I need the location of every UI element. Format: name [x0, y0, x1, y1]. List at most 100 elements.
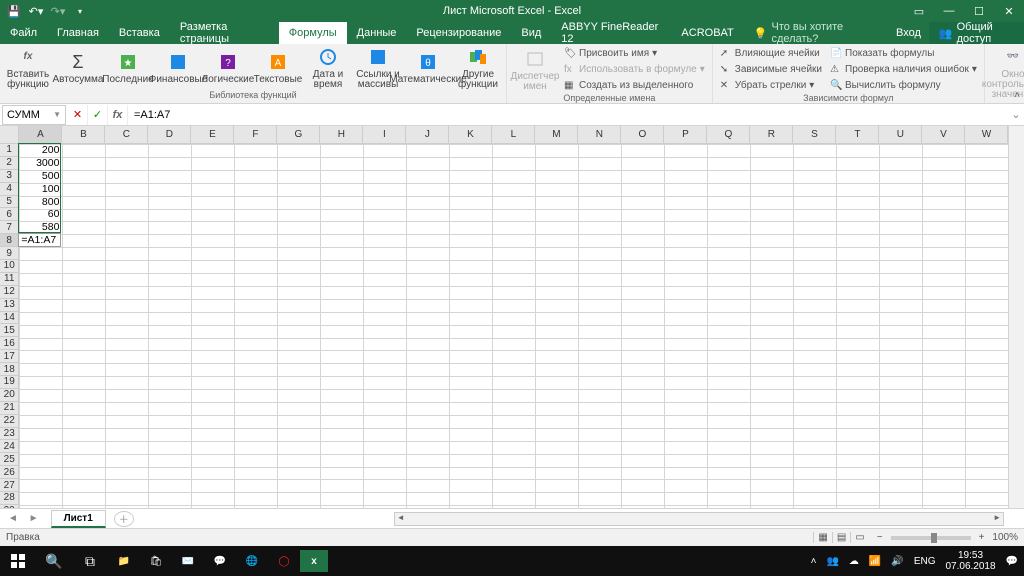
notifications-icon[interactable]: 💬 — [1006, 556, 1018, 567]
insert-function-icon[interactable]: fx — [108, 105, 128, 125]
column-header[interactable]: P — [664, 126, 707, 144]
row-header[interactable]: 27 — [0, 479, 19, 492]
close-icon[interactable]: ✕ — [994, 0, 1024, 22]
insert-function-button[interactable]: fx Вставить функцию — [4, 46, 52, 90]
row-header[interactable]: 7 — [0, 221, 19, 234]
autosum-button[interactable]: Σ Автосумма — [54, 51, 102, 85]
define-name-button[interactable]: 🏷Присвоить имя ▾ — [561, 46, 708, 61]
text-button[interactable]: A Текстовые — [254, 51, 302, 85]
more-functions-button[interactable]: Другие функции — [454, 46, 502, 90]
cancel-formula-icon[interactable]: ✕ — [68, 105, 88, 125]
financial-button[interactable]: Финансовые — [154, 51, 202, 85]
chrome-icon[interactable]: 🌐 — [236, 546, 268, 576]
formula-input[interactable]: =A1:A7 — [128, 109, 1008, 121]
cell[interactable]: 3000 — [19, 157, 61, 169]
store-icon[interactable]: 🛍 — [140, 546, 172, 576]
zoom-out-icon[interactable]: − — [877, 532, 883, 543]
sheet-tab-active[interactable]: Лист1 — [51, 510, 106, 528]
people-icon[interactable]: 👥 — [826, 556, 838, 567]
vertical-scrollbar[interactable] — [1008, 126, 1024, 508]
add-sheet-button[interactable]: ＋ — [114, 511, 134, 527]
column-header[interactable]: I — [363, 126, 406, 144]
row-header[interactable]: 26 — [0, 466, 19, 479]
row-header[interactable]: 25 — [0, 453, 19, 466]
taskbar-clock[interactable]: 19:53 07.06.2018 — [945, 550, 995, 572]
row-header[interactable]: 16 — [0, 337, 19, 350]
row-header[interactable]: 18 — [0, 363, 19, 376]
row-header[interactable]: 28 — [0, 492, 19, 505]
maximize-icon[interactable]: ☐ — [964, 0, 994, 22]
row-header[interactable]: 8 — [0, 234, 19, 247]
trace-precedents-button[interactable]: ➚Влияющие ячейки — [717, 46, 825, 61]
volume-icon[interactable]: 🔊 — [891, 556, 903, 567]
zoom-slider[interactable] — [891, 536, 971, 540]
row-header[interactable]: 21 — [0, 402, 19, 415]
column-header[interactable]: B — [62, 126, 105, 144]
tab-data[interactable]: Данные — [347, 22, 407, 44]
minimize-icon[interactable]: — — [934, 0, 964, 22]
row-header[interactable]: 2 — [0, 157, 19, 170]
tab-view[interactable]: Вид — [511, 22, 551, 44]
logical-button[interactable]: ? Логические — [204, 51, 252, 85]
cells-area[interactable]: 200300050010080060580=A1:A7 — [19, 144, 1008, 508]
column-header[interactable]: J — [406, 126, 449, 144]
cell[interactable]: 500 — [19, 170, 61, 182]
sign-in-button[interactable]: Вход — [888, 27, 929, 39]
column-header[interactable]: L — [492, 126, 535, 144]
evaluate-formula-button[interactable]: 🔍Вычислить формулу — [827, 78, 980, 93]
column-header[interactable]: F — [234, 126, 277, 144]
column-header[interactable]: K — [449, 126, 492, 144]
cell[interactable]: 200 — [19, 144, 61, 156]
remove-arrows-button[interactable]: ✕Убрать стрелки ▾ — [717, 78, 825, 93]
row-header[interactable]: 23 — [0, 428, 19, 441]
qat-customize-icon[interactable]: ▾ — [72, 3, 88, 19]
save-icon[interactable]: 💾 — [6, 3, 22, 19]
tab-review[interactable]: Рецензирование — [406, 22, 511, 44]
trace-dependents-button[interactable]: ➘Зависимые ячейки — [717, 62, 825, 77]
row-header[interactable]: 15 — [0, 324, 19, 337]
search-icon[interactable]: 🔍 — [36, 546, 72, 576]
row-header[interactable]: 22 — [0, 415, 19, 428]
zoom-in-icon[interactable]: + — [979, 532, 985, 543]
chevron-down-icon[interactable]: ▼ — [53, 110, 61, 119]
horizontal-scrollbar[interactable] — [394, 512, 1004, 526]
column-header[interactable]: C — [105, 126, 148, 144]
column-header[interactable]: M — [535, 126, 578, 144]
cell[interactable]: 60 — [19, 209, 61, 221]
math-button[interactable]: θ Математические — [404, 51, 452, 85]
tab-acrobat[interactable]: ACROBAT — [671, 22, 743, 44]
mail-icon[interactable]: ✉️ — [172, 546, 204, 576]
show-formulas-button[interactable]: 📄Показать формулы — [827, 46, 980, 61]
row-header[interactable]: 19 — [0, 376, 19, 389]
collapse-ribbon-icon[interactable]: ˄ — [1014, 90, 1020, 101]
tab-home[interactable]: Главная — [47, 22, 109, 44]
tray-chevron-icon[interactable]: ˄ — [811, 556, 817, 567]
network-icon[interactable]: 📶 — [869, 556, 881, 567]
row-header[interactable]: 14 — [0, 312, 19, 325]
excel-taskbar-icon[interactable]: x — [300, 550, 328, 572]
language-indicator[interactable]: ENG — [914, 556, 936, 567]
column-header[interactable]: E — [191, 126, 234, 144]
row-header[interactable]: 17 — [0, 350, 19, 363]
select-all-button[interactable] — [0, 126, 19, 144]
opera-icon[interactable]: ◯ — [268, 546, 300, 576]
expand-formula-bar-icon[interactable]: ⌄ — [1008, 108, 1024, 121]
file-explorer-icon[interactable]: 📁 — [108, 546, 140, 576]
onedrive-icon[interactable]: ☁ — [849, 556, 859, 567]
datetime-button[interactable]: Дата и время — [304, 46, 352, 90]
column-header[interactable]: R — [750, 126, 793, 144]
name-box[interactable]: СУММ ▼ — [2, 105, 66, 125]
tab-file[interactable]: Файл — [0, 22, 47, 44]
sheet-nav-buttons[interactable]: ◄ ► — [0, 513, 51, 524]
column-header[interactable]: W — [965, 126, 1008, 144]
share-button[interactable]: 👥 Общий доступ — [929, 21, 1024, 45]
use-in-formula-button[interactable]: fxИспользовать в формуле ▾ — [561, 62, 708, 77]
column-header[interactable]: A — [19, 126, 62, 144]
column-header[interactable]: G — [277, 126, 320, 144]
row-header[interactable]: 12 — [0, 286, 19, 299]
row-header[interactable]: 24 — [0, 440, 19, 453]
tab-formulas[interactable]: Формулы — [279, 22, 347, 44]
row-header[interactable]: 20 — [0, 389, 19, 402]
column-header[interactable]: T — [836, 126, 879, 144]
redo-icon[interactable]: ↷▾ — [50, 3, 66, 19]
